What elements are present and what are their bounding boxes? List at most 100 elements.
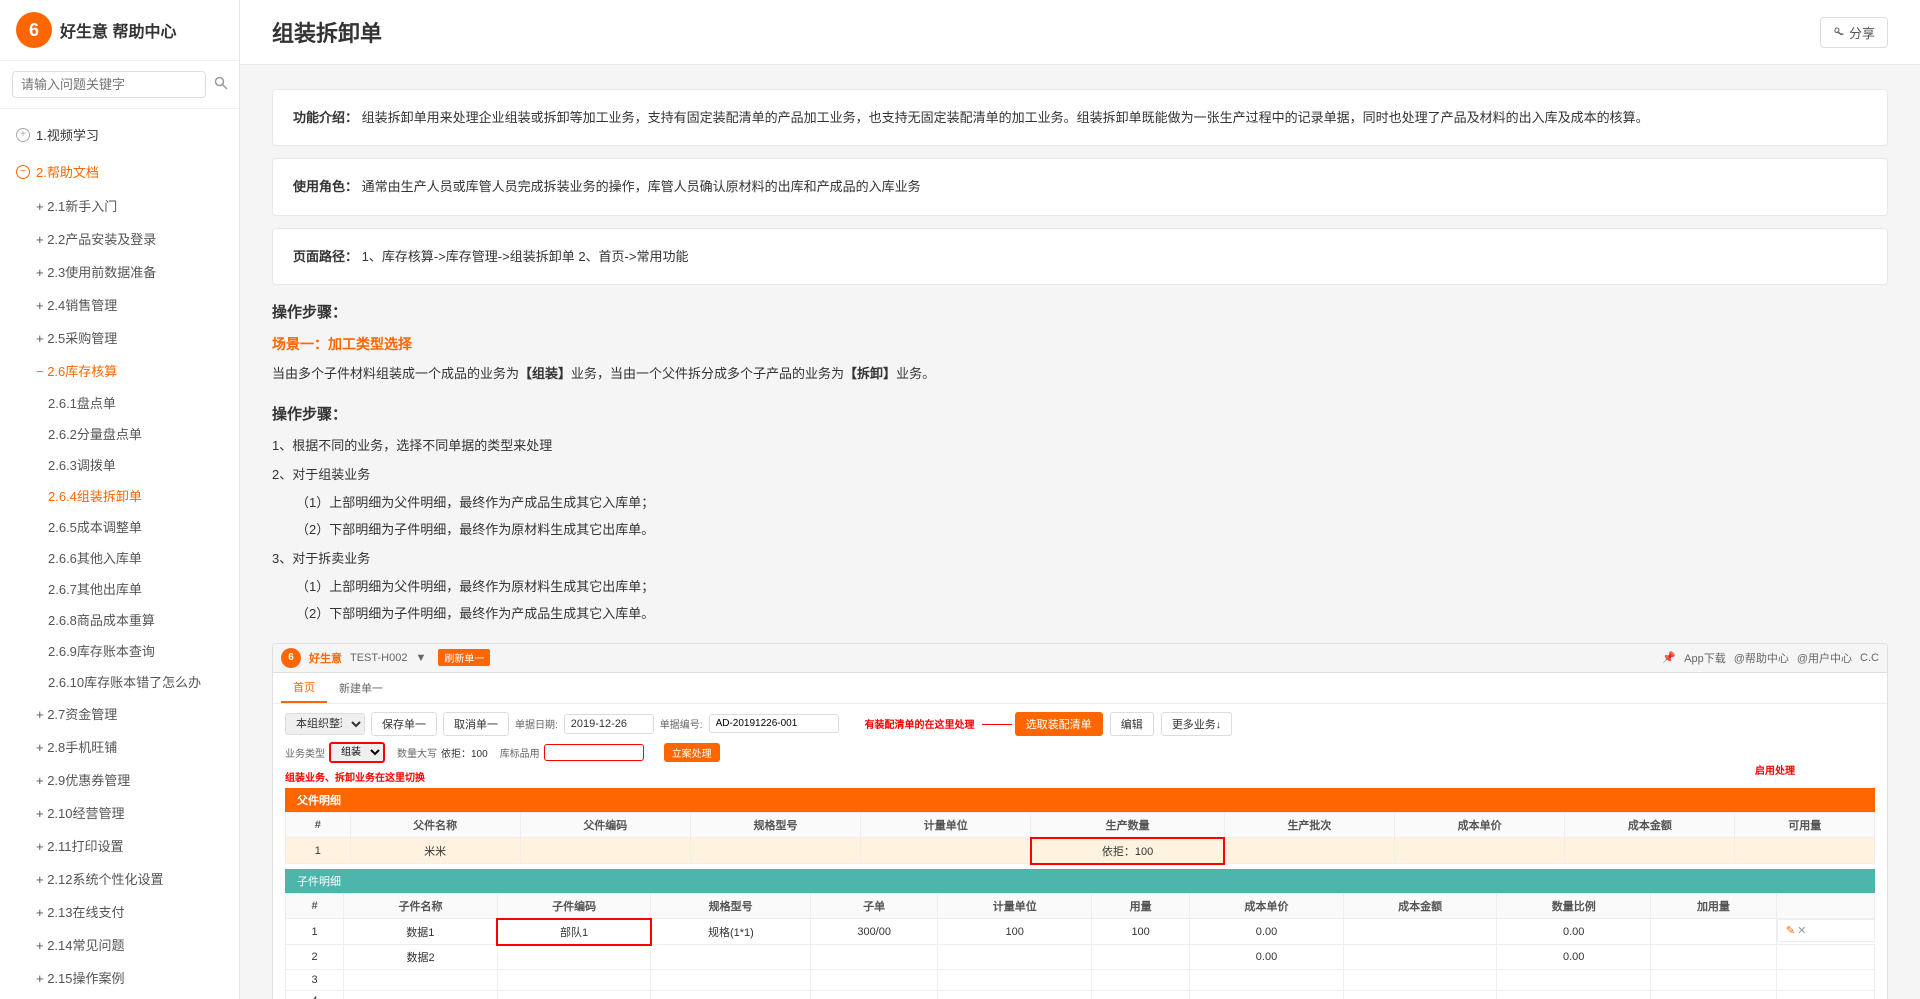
ss-second-nav: 首页 新建单一 bbox=[273, 673, 1887, 704]
main-header: 组装拆卸单 分享 bbox=[240, 0, 1920, 65]
sidebar-item-coupon[interactable]: + 2.9优惠券管理 bbox=[0, 763, 239, 796]
ss-right-nav: 📌 App下载 @帮助中心 @用户中心 C.C bbox=[1662, 650, 1879, 666]
sidebar-item-faq[interactable]: + 2.14常见问题 bbox=[0, 928, 239, 961]
content-area: 功能介绍： 组装拆卸单用来处理企业组装或拆卸等加工业务，支持有固定装配清单的产品… bbox=[240, 65, 1920, 999]
th-available: 可用量 bbox=[1735, 812, 1875, 838]
sidebar-item-mobile[interactable]: + 2.8手机旺铺 bbox=[0, 730, 239, 763]
ss-date-input[interactable] bbox=[564, 714, 654, 734]
th-parent-name: 父件名称 bbox=[350, 812, 520, 838]
row-delete-icon[interactable]: ✕ bbox=[1797, 924, 1806, 937]
step-3: 3、对于拆卖业务 bbox=[272, 547, 1888, 572]
th-cost-price: 成本单价 bbox=[1395, 812, 1565, 838]
share-button[interactable]: 分享 bbox=[1820, 17, 1888, 48]
function-intro-label: 功能介绍： bbox=[293, 110, 358, 125]
ss-tab-newdoc[interactable]: 新建单一 bbox=[327, 674, 395, 702]
sidebar-item-split-stocktake[interactable]: 2.6.2分量盘点单 bbox=[0, 418, 239, 449]
th-cost-price: 成本单价 bbox=[1190, 893, 1344, 919]
sidebar-item-other-in[interactable]: 2.6.6其他入库单 bbox=[0, 542, 239, 573]
th-cost-amount: 成本金额 bbox=[1565, 812, 1735, 838]
ss-biz-type-field: 业务类型 组装 拆卸 bbox=[285, 742, 385, 763]
sidebar-item-data-prep[interactable]: + 2.3使用前数据准备 bbox=[0, 255, 239, 288]
sidebar-item-stock-error[interactable]: 2.6.10库存账本错了怎么办 bbox=[0, 666, 239, 697]
ss-dropdown-icon: ▼ bbox=[415, 652, 426, 664]
td-cost-amount bbox=[1565, 838, 1735, 864]
ss-tab-active[interactable]: 首页 bbox=[281, 673, 327, 703]
path-card: 页面路径： 1、库存核算->库存管理->组装拆卸单 2、首页->常用功能 bbox=[272, 228, 1888, 285]
sidebar-label: 2.帮助文档 bbox=[36, 162, 99, 181]
ss-confirm-btn[interactable]: 立案处理 bbox=[664, 743, 720, 762]
ss-logo: 6 bbox=[281, 648, 301, 668]
sidebar-item-cases[interactable]: + 2.15操作案例 bbox=[0, 961, 239, 994]
sidebar-item-online-pay[interactable]: + 2.13在线支付 bbox=[0, 895, 239, 928]
sidebar-item-newbie[interactable]: + 2.1新手入门 bbox=[0, 189, 239, 222]
ss-icons-row: 刷新单一 bbox=[438, 649, 490, 666]
screenshot-container: 6 好生意 TEST-H002 ▼ 刷新单一 📌 App下载 @帮助中心 @用户… bbox=[272, 643, 1888, 999]
th-ops bbox=[1776, 893, 1874, 919]
path-text: 1、库存核算->库存管理->组装拆卸单 2、首页->常用功能 bbox=[362, 249, 689, 264]
ss-cancel-btn[interactable]: 取消单一 bbox=[443, 712, 509, 736]
sidebar-item-print[interactable]: + 2.11打印设置 bbox=[0, 829, 239, 862]
sidebar-item-finance[interactable]: + 2.7资金管理 bbox=[0, 697, 239, 730]
ss-lower-table-header: 子件明细 bbox=[285, 869, 1875, 893]
td-parent-name: 米米 bbox=[350, 838, 520, 864]
screenshot-inner: 6 好生意 TEST-H002 ▼ 刷新单一 📌 App下载 @帮助中心 @用户… bbox=[273, 644, 1887, 999]
collapse-icon: − bbox=[16, 165, 30, 179]
ss-save-btn[interactable]: 保存单一 bbox=[371, 712, 437, 736]
ss-edit-btn[interactable]: 编辑 bbox=[1110, 712, 1154, 736]
th-unit: 计量单位 bbox=[938, 893, 1092, 919]
th-child-name: 子件名称 bbox=[344, 893, 498, 919]
nav-section-video: + 1.视频学习 bbox=[0, 117, 239, 152]
ss-tabs: 首页 新建单一 bbox=[281, 673, 395, 703]
ss-docno-input[interactable] bbox=[709, 714, 839, 733]
step2-item2: （2）下部明细为子件明细，最终作为原材料生成其它出库单。 bbox=[272, 518, 1888, 543]
th-unit: 计量单位 bbox=[861, 812, 1031, 838]
sidebar-item-video[interactable]: + 1.视频学习 bbox=[0, 117, 239, 152]
app-name: 好生意 帮助中心 bbox=[60, 18, 176, 42]
ss-more-btn[interactable]: 更多业务↓ bbox=[1161, 712, 1233, 736]
ss-lower-table: # 子件名称 子件编码 规格型号 子单 计量单位 用量 成本单价 成本金额 bbox=[285, 893, 1875, 999]
sidebar-item-docs[interactable]: − 2.帮助文档 bbox=[0, 154, 239, 189]
ss-type-select[interactable]: 本组织整理 bbox=[285, 713, 365, 735]
sidebar-item-sales[interactable]: + 2.4销售管理 bbox=[0, 288, 239, 321]
app-logo: 6 bbox=[16, 12, 52, 48]
sidebar-item-adjust[interactable]: 2.6.3调拨单 bbox=[0, 449, 239, 480]
td-prod-qty: 依拒：100 bbox=[1031, 838, 1225, 864]
sidebar-item-install[interactable]: + 2.2产品安装及登录 bbox=[0, 222, 239, 255]
sidebar-item-operations[interactable]: + 2.10经营管理 bbox=[0, 796, 239, 829]
sidebar-item-stock-query[interactable]: 2.6.9库存账本查询 bbox=[0, 635, 239, 666]
ops-steps-label: 操作步骤： bbox=[272, 301, 1888, 322]
sidebar-item-cost-recalc[interactable]: 2.6.8商品成本重算 bbox=[0, 604, 239, 635]
ss-fill-btn[interactable]: 选取装配清单 bbox=[1015, 712, 1103, 736]
th-qty-ratio: 数量比例 bbox=[1497, 893, 1651, 919]
row-edit-icon[interactable]: ✎ bbox=[1786, 924, 1795, 937]
ss-upper-table-container: 父件明细 # 父件名称 父件编码 规格型号 计量单位 生产数量 bbox=[285, 788, 1875, 865]
sidebar-item-inventory[interactable]: − 2.6库存核算 bbox=[0, 354, 239, 387]
function-intro-text: 组装拆卸单用来处理企业组装或拆卸等加工业务，支持有固定装配清单的产品加工业务，也… bbox=[362, 110, 1649, 125]
sidebar-item-assembly[interactable]: 2.6.4组装拆卸单 bbox=[0, 480, 239, 511]
sidebar-item-settings[interactable]: + 2.12系统个性化设置 bbox=[0, 862, 239, 895]
th-sub: 子单 bbox=[810, 893, 938, 919]
ss-store-input[interactable] bbox=[544, 744, 644, 761]
search-button[interactable] bbox=[210, 76, 232, 93]
role-card: 使用角色： 通常由生产人员或库管人员完成拆装业务的操作，库管人员确认原材料的出库… bbox=[272, 158, 1888, 215]
sidebar-item-purchase[interactable]: + 2.5采购管理 bbox=[0, 321, 239, 354]
ss-new-btn: 刷新单一 bbox=[438, 649, 490, 666]
role-label: 使用角色： bbox=[293, 179, 358, 194]
td-available bbox=[1735, 838, 1875, 864]
page-title: 组装拆卸单 bbox=[272, 16, 382, 48]
ss-docno-label: 单据编号: bbox=[660, 716, 703, 731]
step-1: 1、根据不同的业务，选择不同单据的类型来处理 bbox=[272, 434, 1888, 459]
sidebar-item-stocktake[interactable]: 2.6.1盘点单 bbox=[0, 387, 239, 418]
th-cost-amount: 成本金额 bbox=[1343, 893, 1497, 919]
share-icon bbox=[1833, 26, 1845, 38]
ss-biz-select[interactable]: 组装 拆卸 bbox=[329, 742, 385, 763]
role-text: 通常由生产人员或库管人员完成拆装业务的操作，库管人员确认原材料的出库和产成品的入… bbox=[362, 179, 921, 194]
ss-brand: 好生意 bbox=[309, 650, 342, 666]
ss-qty-field: 数量大写 依拒：100 bbox=[397, 745, 488, 760]
sidebar-item-cost-adjust[interactable]: 2.6.5成本调整单 bbox=[0, 511, 239, 542]
sidebar-item-other-out[interactable]: 2.6.7其他出库单 bbox=[0, 573, 239, 604]
search-input[interactable] bbox=[12, 71, 206, 98]
ss-lower-table-container: 子件明细 # 子件名称 子件编码 规格型号 子单 计量单位 bbox=[285, 869, 1875, 999]
table-row: 3 bbox=[286, 970, 1875, 991]
ss-upper-table-header: 父件明细 bbox=[285, 788, 1875, 812]
